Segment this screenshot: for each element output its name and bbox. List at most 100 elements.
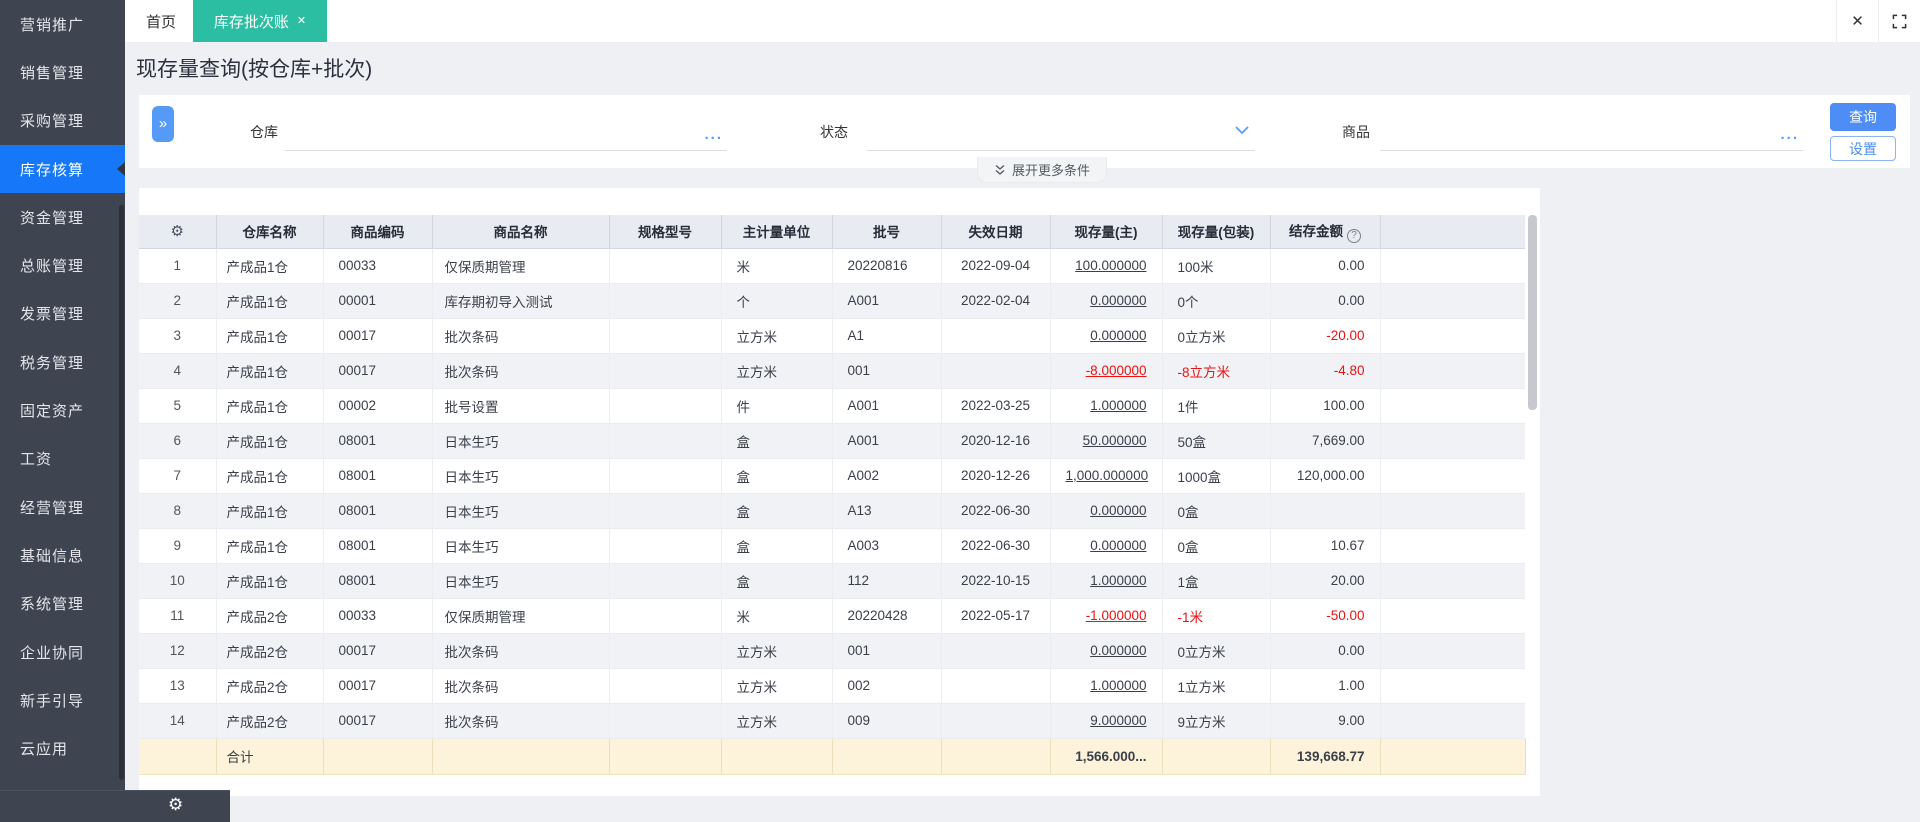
cell-blank [1380, 423, 1525, 459]
cell-row-number: 5 [139, 388, 217, 424]
sidebar-item-fixed-assets[interactable]: 固定资产 [0, 386, 125, 434]
tab-close-icon[interactable]: ✕ [297, 15, 306, 27]
sidebar-item-inventory-accounting[interactable]: 库存核算 [0, 144, 125, 194]
column-header-spec[interactable]: 规格型号 [609, 215, 722, 249]
tab-home[interactable]: 首页 [136, 0, 186, 42]
expand-more-conditions-button[interactable]: 展开更多条件 [977, 157, 1107, 183]
sidebar-item-system-mgmt[interactable]: 系统管理 [0, 580, 125, 628]
qty-main-link[interactable]: 100.000000 [1075, 258, 1146, 273]
qty-main-link[interactable]: 0.000000 [1090, 503, 1146, 518]
cell-product-name: 批次条码 [432, 353, 610, 389]
table-row[interactable]: 12 产成品2仓 00017 批次条码 立方米 001 0.000000 0立方米 0.00 [139, 633, 1525, 669]
table-row[interactable]: 8 产成品1仓 08001 日本生巧 盒 A13 2022-06-30 0.000000 0盒 [139, 493, 1525, 529]
fullscreen-icon[interactable] [1879, 0, 1920, 42]
cell-qty-main: 0.000000 [1050, 528, 1163, 564]
column-header-batch[interactable]: 批号 [832, 215, 942, 249]
qty-main-link[interactable]: -1.000000 [1086, 608, 1147, 623]
column-header-name[interactable]: 商品名称 [432, 215, 610, 249]
table-row[interactable]: 5 产成品1仓 00002 批号设置 件 A001 2022-03-25 1.000000 1件… [139, 388, 1525, 424]
sidebar-item-label: 总账管理 [20, 258, 85, 276]
qty-main-link[interactable]: 50.000000 [1083, 433, 1147, 448]
product-lookup-ellipsis-icon[interactable]: ... [1780, 127, 1799, 142]
sidebar-item-purchase-mgmt[interactable]: 采购管理 [0, 97, 125, 145]
settings-gear-icon[interactable]: ⚙ [168, 795, 183, 815]
cell-batch: 001 [832, 353, 942, 389]
cell-spec [609, 318, 722, 354]
cell-unit: 立方米 [721, 668, 833, 704]
cell-row-number: 12 [139, 633, 217, 669]
qty-main-link[interactable]: 0.000000 [1090, 328, 1146, 343]
qty-main-link[interactable]: 0.000000 [1090, 293, 1146, 308]
column-header-code[interactable]: 商品编码 [323, 215, 433, 249]
sidebar-item-payroll[interactable]: 工资 [0, 435, 125, 483]
sidebar-item-sales-mgmt[interactable]: 销售管理 [0, 48, 125, 96]
qty-main-link[interactable]: 1.000000 [1090, 573, 1146, 588]
cell-amount: -4.80 [1270, 353, 1381, 389]
column-header-amount[interactable]: 结存金额? [1270, 215, 1381, 249]
warehouse-filter-input[interactable]: ... [285, 109, 727, 151]
expand-filter-side-button[interactable]: » [152, 106, 174, 142]
sidebar-item-business-mgmt[interactable]: 经营管理 [0, 483, 125, 531]
tab-inventory-batch[interactable]: 库存批次账 ✕ [193, 0, 327, 42]
cell-warehouse: 产成品1仓 [216, 248, 324, 284]
cell-product-code: 00017 [323, 318, 433, 354]
qty-main-link[interactable]: -8.000000 [1086, 363, 1147, 378]
sidebar-footer: ⚙ [0, 790, 230, 822]
column-header-qty_main[interactable]: 现存量(主) [1050, 215, 1163, 249]
table-row[interactable]: 1 产成品1仓 00033 仅保质期管理 米 20220816 2022-09-04 100.… [139, 248, 1525, 284]
qty-main-link[interactable]: 1.000000 [1090, 678, 1146, 693]
sidebar-item-cloud-apps[interactable]: 云应用 [0, 724, 125, 772]
column-header-qty_pack[interactable]: 现存量(包装) [1162, 215, 1271, 249]
sidebar-item-marketing-promo[interactable]: 营销推广 [0, 0, 125, 48]
column-header-unit[interactable]: 主计量单位 [721, 215, 833, 249]
table-row[interactable]: 2 产成品1仓 00001 库存期初导入测试 个 A001 2022-02-04 0.0000… [139, 283, 1525, 319]
chevron-down-icon[interactable] [1235, 122, 1249, 140]
cell-row-number: 11 [139, 598, 217, 634]
cell-blank [1380, 318, 1525, 354]
help-question-icon[interactable]: ? [1347, 228, 1361, 243]
status-filter-select[interactable] [867, 109, 1255, 151]
table-row[interactable]: 9 产成品1仓 08001 日本生巧 盒 A003 2022-06-30 0.000000 0盒… [139, 528, 1525, 564]
qty-main-link[interactable]: 9.000000 [1090, 713, 1146, 728]
status-filter-label: 状态 [820, 124, 848, 140]
cell-batch: 112 [832, 563, 942, 599]
query-button[interactable]: 查询 [1830, 103, 1896, 131]
sidebar-item-base-info[interactable]: 基础信息 [0, 531, 125, 579]
table-row[interactable]: 14 产成品2仓 00017 批次条码 立方米 009 9.000000 9立方米 9.00 [139, 703, 1525, 739]
product-filter-input[interactable]: ... [1380, 109, 1803, 151]
cell-row-number: 9 [139, 528, 217, 564]
table-row[interactable]: 4 产成品1仓 00017 批次条码 立方米 001 -8.000000 -8立方米 -4.80 [139, 353, 1525, 389]
warehouse-lookup-ellipsis-icon[interactable]: ... [704, 127, 723, 142]
close-icon[interactable]: ✕ [1837, 0, 1878, 42]
qty-main-link[interactable]: 1,000.000000 [1066, 468, 1149, 483]
table-row[interactable]: 7 产成品1仓 08001 日本生巧 盒 A002 2020-12-26 1,000.0000… [139, 458, 1525, 494]
table-row[interactable]: 3 产成品1仓 00017 批次条码 立方米 A1 0.000000 0立方米 -20.00 [139, 318, 1525, 354]
qty-main-link[interactable]: 0.000000 [1090, 643, 1146, 658]
cell-qty-main: 1.000000 [1050, 388, 1163, 424]
column-header-row_num[interactable]: ⚙ [139, 215, 217, 249]
sidebar-item-general-ledger[interactable]: 总账管理 [0, 241, 125, 289]
qty-main-link[interactable]: 0.000000 [1090, 538, 1146, 553]
sidebar-item-enterprise-collab[interactable]: 企业协同 [0, 628, 125, 676]
qty-main-link[interactable]: 1.000000 [1090, 398, 1146, 413]
cell-warehouse: 产成品1仓 [216, 353, 324, 389]
table-row[interactable]: 11 产成品2仓 00033 仅保质期管理 米 20220428 2022-05-17 -1.… [139, 598, 1525, 634]
cell-warehouse: 产成品1仓 [216, 388, 324, 424]
sidebar-item-funds-mgmt[interactable]: 资金管理 [0, 193, 125, 241]
table-row[interactable]: 6 产成品1仓 08001 日本生巧 盒 A001 2020-12-16 50.000000 5… [139, 423, 1525, 459]
table-row[interactable]: 10 产成品1仓 08001 日本生巧 盒 112 2022-10-15 1.000000 1盒… [139, 563, 1525, 599]
sidebar-scrollbar-thumb[interactable] [119, 205, 124, 780]
cell-qty-package: 0立方米 [1162, 318, 1271, 354]
cell-qty-main: -8.000000 [1050, 353, 1163, 389]
cell-unit: 立方米 [721, 318, 833, 354]
sidebar-item-invoice-mgmt[interactable]: 发票管理 [0, 290, 125, 338]
table-scrollbar-thumb[interactable] [1528, 215, 1537, 410]
settings-button[interactable]: 设置 [1830, 136, 1896, 161]
column-settings-gear-icon[interactable]: ⚙ [171, 222, 184, 240]
sidebar-item-tax-mgmt[interactable]: 税务管理 [0, 338, 125, 386]
sidebar-item-beginner-guide[interactable]: 新手引导 [0, 676, 125, 724]
cell-row-number: 14 [139, 703, 217, 739]
table-row[interactable]: 13 产成品2仓 00017 批次条码 立方米 002 1.000000 1立方米 1.00 [139, 668, 1525, 704]
column-header-warehouse[interactable]: 仓库名称 [216, 215, 324, 249]
column-header-expiry[interactable]: 失效日期 [941, 215, 1051, 249]
